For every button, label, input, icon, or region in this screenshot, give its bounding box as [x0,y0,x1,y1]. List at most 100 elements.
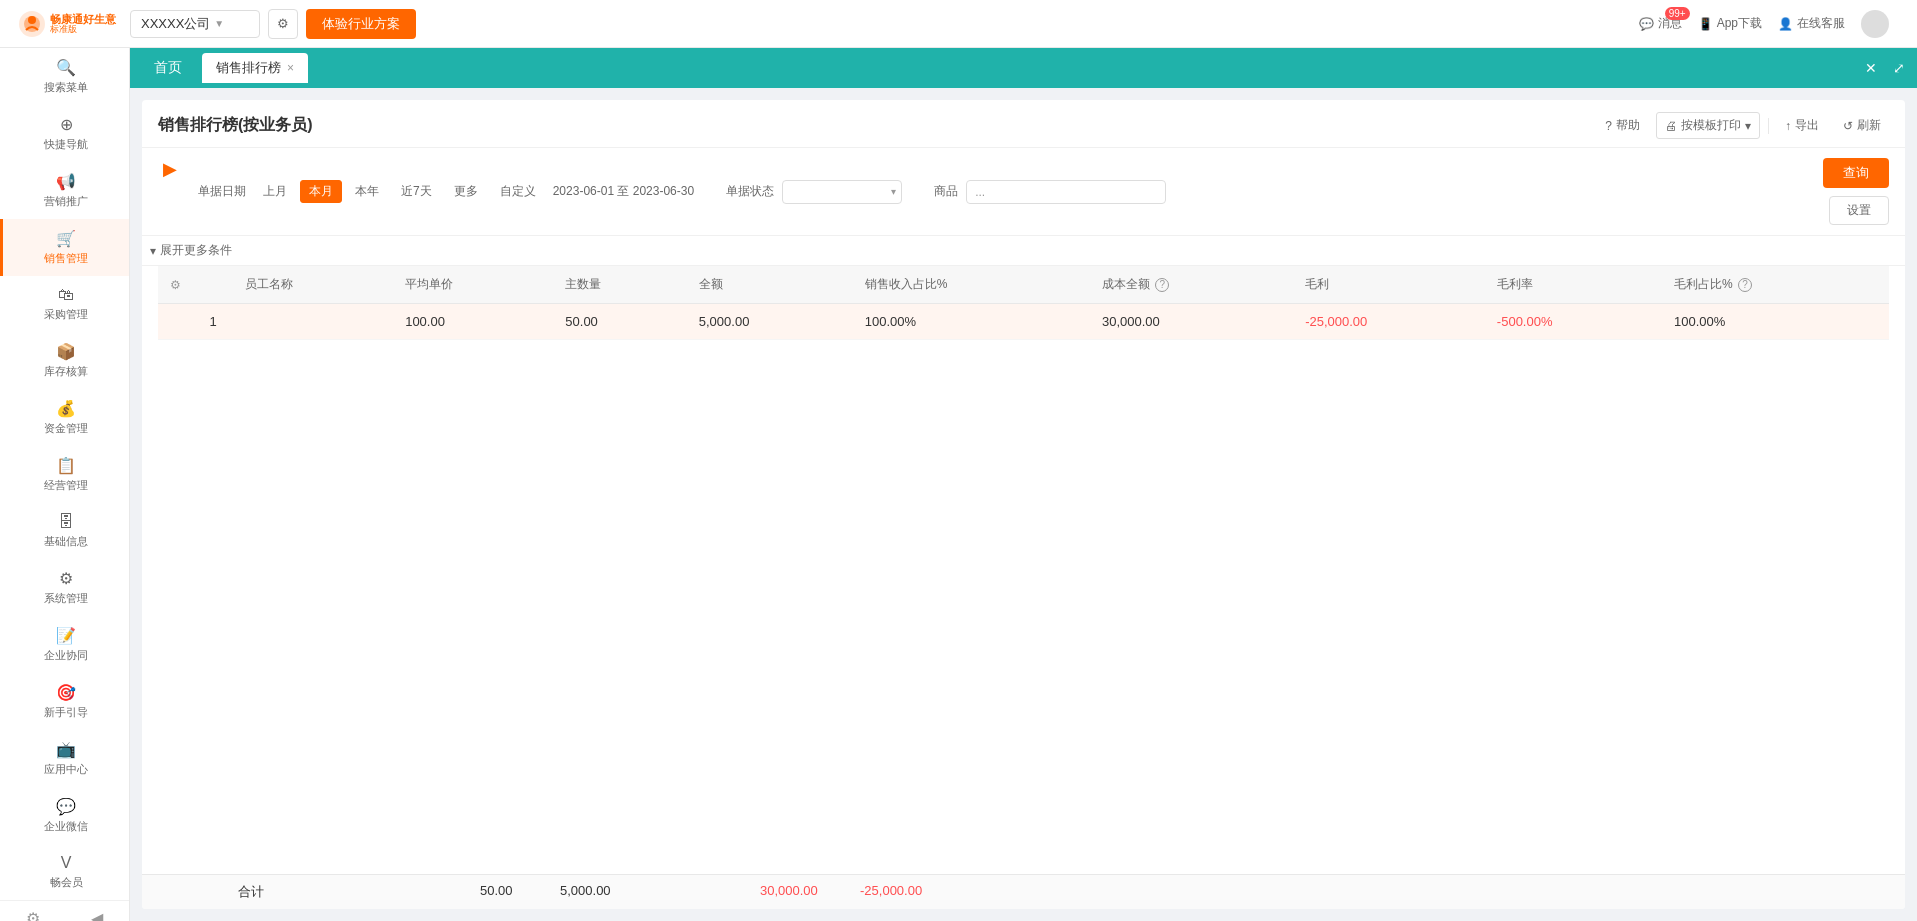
tab-sales-ranking[interactable]: 销售排行榜 × [202,53,308,83]
help-button[interactable]: ? 帮助 [1597,113,1648,138]
row-settings [158,304,193,340]
table-header-row: ⚙ 员工名称 平均单价 主数量 全额 销售收入占比% 成本全额 [158,266,1889,304]
logo-title: 畅康通好生意 [50,14,116,25]
export-button[interactable]: ↑ 导出 [1777,113,1827,138]
settings-icon[interactable]: ⚙ [268,9,298,39]
page-title: 销售排行榜(按业务员) [158,115,313,136]
sidebar-label-member: 畅会员 [50,875,83,890]
query-button[interactable]: 查询 [1823,158,1889,188]
top-right: 💬 消息 99+ 📱 App下载 👤 在线客服 [1639,10,1905,38]
last7days-btn[interactable]: 近7天 [392,180,441,203]
trial-button[interactable]: 体验行业方案 [306,9,416,39]
sidebar-label-appstore: 应用中心 [44,762,88,777]
sidebar-collapse-icon[interactable]: ◀ [91,909,103,921]
online-service-item[interactable]: 👤 在线客服 [1778,15,1845,32]
window-expand-btn[interactable]: ⤢ [1889,56,1909,80]
col-cost-header: 成本全额 ? [1090,266,1293,304]
sidebar-item-inventory[interactable]: 📦 库存核算 [0,332,129,389]
date-options: 上月 本月 本年 近7天 更多 自定义 [254,180,545,203]
print-icon: 🖨 [1665,119,1677,133]
sidebar-settings-icon[interactable]: ⚙ [26,909,40,921]
sales-icon: 🛒 [56,229,76,248]
expand-icon: ▾ [150,244,156,258]
settings-button[interactable]: 设置 [1829,196,1889,225]
content-body: 销售排行榜(按业务员) ? 帮助 🖨 按模板打印 ▾ [130,88,1917,921]
company-name: XXXXX公司 [141,15,210,33]
cost-help-icon[interactable]: ? [1155,278,1169,292]
content-area: 首页 销售排行榜 × ✕ ⤢ 销售排行榜(按业务员) [130,48,1917,921]
status-filter-label: 单据状态 [726,183,774,200]
filter-expand-row: ▾ 展开更多条件 [142,236,1905,266]
row-amount: 5,000.00 [687,304,853,340]
print-chevron-icon: ▾ [1745,119,1751,133]
sidebar-item-guide[interactable]: 🎯 新手引导 [0,673,129,730]
current-year-btn[interactable]: 本年 [346,180,388,203]
table-footer: 合计 50.00 5,000.00 30,000.00 -25,000.00 [142,874,1905,909]
sidebar-item-finance[interactable]: 💰 资金管理 [0,389,129,446]
page-header: 销售排行榜(按业务员) ? 帮助 🖨 按模板打印 ▾ [142,100,1905,148]
row-qty: 50.00 [553,304,686,340]
tab-label: 销售排行榜 [216,59,281,77]
app-download-item[interactable]: 📱 App下载 [1698,15,1762,32]
message-badge: 99+ [1665,7,1690,20]
sidebar-item-sales[interactable]: 🛒 销售管理 [0,219,129,276]
sidebar-item-system[interactable]: ⚙ 系统管理 [0,559,129,616]
window-close-btn[interactable]: ✕ [1861,56,1881,80]
sidebar-item-basic[interactable]: 🗄 基础信息 [0,503,129,559]
member-icon: V [61,854,72,872]
expand-conditions-btn[interactable]: ▾ 展开更多条件 [142,240,1905,261]
sidebar-item-appstore[interactable]: 📺 应用中心 [0,730,129,787]
logo-icon [18,10,46,38]
chevron-down-icon: ▼ [214,18,224,29]
sidebar-label-basic: 基础信息 [44,534,88,549]
custom-btn[interactable]: 自定义 [491,180,545,203]
basic-icon: 🗄 [58,513,74,531]
sidebar-item-shortcut[interactable]: ⊕ 快捷导航 [0,105,129,162]
col-rank-header [193,266,233,304]
avatar[interactable] [1861,10,1889,38]
sidebar-item-collab[interactable]: 📝 企业协同 [0,616,129,673]
divider [1768,118,1769,134]
sidebar-label-guide: 新手引导 [44,705,88,720]
sidebar-item-member[interactable]: V 畅会员 [0,844,129,900]
sidebar-item-marketing[interactable]: 📢 营销推广 [0,162,129,219]
sidebar-label-inventory: 库存核算 [44,364,88,379]
sidebar-item-purchase[interactable]: 🛍 采购管理 [0,276,129,332]
gross-pct-help-icon[interactable]: ? [1738,278,1752,292]
help-icon: ? [1605,119,1612,133]
row-avg-price: 100.00 [393,304,553,340]
status-select[interactable] [782,180,902,204]
footer-qty: 50.00 [468,883,548,901]
sidebar-item-operation[interactable]: 📋 经营管理 [0,446,129,503]
sidebar-item-search[interactable]: 🔍 搜索菜单 [0,48,129,105]
sidebar-item-wechat[interactable]: 💬 企业微信 [0,787,129,844]
more-btn[interactable]: 更多 [445,180,487,203]
app-download-label: App下载 [1717,15,1762,32]
row-gross-pct: 100.00% [1662,304,1889,340]
footer-cost: 30,000.00 [748,883,848,901]
tab-close-icon[interactable]: × [287,61,294,75]
footer-gross: -25,000.00 [848,883,948,901]
system-icon: ⚙ [59,569,73,588]
collab-icon: 📝 [56,626,76,645]
current-month-btn[interactable]: 本月 [300,180,342,203]
table-area: ⚙ 员工名称 平均单价 主数量 全额 销售收入占比% 成本全额 [142,266,1905,874]
company-selector[interactable]: XXXXX公司 ▼ [130,10,260,38]
print-button[interactable]: 🖨 按模板打印 ▾ [1656,112,1760,139]
message-icon: 💬 [1639,17,1654,31]
sidebar-label-purchase: 采购管理 [44,307,88,322]
refresh-button[interactable]: ↺ 刷新 [1835,113,1889,138]
goods-filter[interactable]: ... [966,180,1166,204]
date-range-display: 2023-06-01 至 2023-06-30 [553,183,694,200]
col-settings[interactable]: ⚙ [158,266,193,304]
col-sales-pct-header: 销售收入占比% [853,266,1090,304]
tab-bar: 首页 销售排行榜 × ✕ ⤢ [130,48,1917,88]
tab-home[interactable]: 首页 [138,51,198,85]
data-table: ⚙ 员工名称 平均单价 主数量 全额 销售收入占比% 成本全额 [158,266,1889,340]
refresh-icon: ↺ [1843,119,1853,133]
filter-toggle-icon[interactable]: ▶ [158,158,182,180]
appstore-icon: 📺 [56,740,76,759]
last-month-btn[interactable]: 上月 [254,180,296,203]
message-item[interactable]: 💬 消息 99+ [1639,15,1682,32]
sidebar-label-finance: 资金管理 [44,421,88,436]
